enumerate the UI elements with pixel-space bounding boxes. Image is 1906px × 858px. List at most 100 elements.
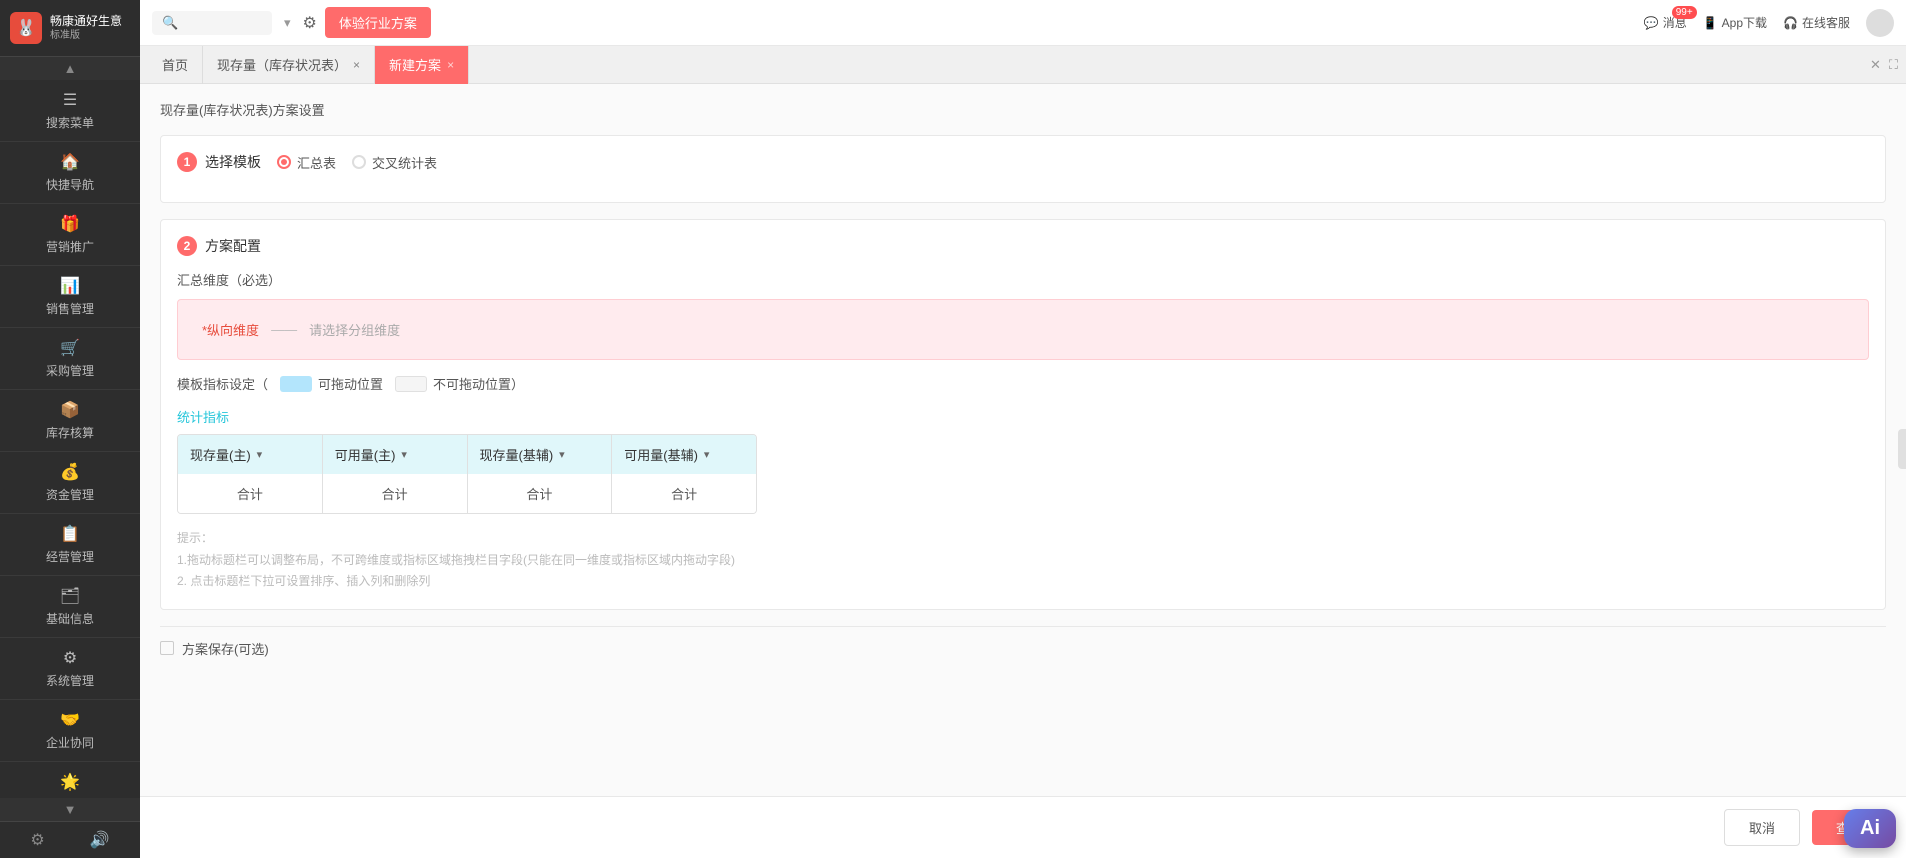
save-checkbox[interactable]: [160, 641, 174, 655]
radio-summary-dot: [277, 155, 291, 169]
sidebar-scroll-up[interactable]: ▲: [0, 57, 140, 80]
template-indicator-prefix: 模板指标设定（: [177, 374, 268, 393]
stats-col-1-chevron-icon[interactable]: ▾: [401, 448, 407, 461]
ai-button[interactable]: Ai: [1844, 809, 1896, 848]
stats-label: 统计指标: [177, 407, 1869, 426]
radio-summary-label: 汇总表: [297, 153, 336, 172]
sidebar-item-marketing[interactable]: 🎁 营销推广: [0, 204, 140, 266]
sidebar-bottom: ⚙ 🔊: [0, 821, 140, 858]
sidebar-item-label: 采购管理: [46, 362, 94, 379]
customer-service-item[interactable]: 🎧 在线客服: [1783, 14, 1850, 31]
stats-col-2-label: 现存量(基辅): [480, 445, 554, 464]
gift-icon: 🎁: [60, 214, 80, 234]
template-radio-group: 汇总表 交叉统计表: [277, 153, 437, 172]
volume-icon[interactable]: 🔊: [90, 830, 110, 850]
content-area: 现存量(库存状况表)方案设置 1 选择模板 汇总表 交叉统计表: [140, 84, 1906, 796]
tab-new-scheme-close-icon[interactable]: ×: [447, 58, 454, 72]
template-indicators: 模板指标设定（ 可拖动位置 不可拖动位置）: [177, 374, 1869, 393]
sidebar-item-purchase[interactable]: 🛒 采购管理: [0, 328, 140, 390]
sidebar-item-operations[interactable]: 📋 经营管理: [0, 514, 140, 576]
sidebar-item-enterprise[interactable]: 🤝 企业协同: [0, 700, 140, 762]
box-icon: 📦: [60, 400, 80, 420]
sidebar-item-quick-nav[interactable]: 🏠 快捷导航: [0, 142, 140, 204]
save-option: 方案保存(可选): [160, 626, 1886, 658]
radio-cross-label: 交叉统计表: [372, 153, 437, 172]
tabs-bar: 首页 现存量（库存状况表） × 新建方案 × ✕ ⛶: [140, 46, 1906, 84]
sidebar-item-label: 系统管理: [46, 672, 94, 689]
topbar: 🔍 ▾ ⚙ 体验行业方案 💬 消息 99+ 📱 App下载 🎧 在线客服: [140, 0, 1906, 46]
sidebar-nav: ☰ 搜索菜单 🏠 快捷导航 🎁 营销推广 📊 销售管理 🛒 采购管理 📦 库存核…: [0, 80, 140, 798]
dimension-section-label: 汇总维度（必选）: [177, 270, 1869, 289]
page-title: 现存量(库存状况表)方案设置: [160, 100, 1886, 119]
topbar-search-box[interactable]: 🔍: [152, 11, 272, 35]
logo-icon: 🐰: [10, 12, 42, 44]
sidebar-item-finance[interactable]: 💰 资金管理: [0, 452, 140, 514]
phone-icon: 📱: [1703, 16, 1718, 30]
headset-icon: 🎧: [1783, 16, 1798, 30]
sidebar-item-basic[interactable]: 🗂 基础信息: [0, 576, 140, 638]
movable-indicator-box: [280, 376, 312, 392]
footer: 取消 查询: [140, 796, 1906, 858]
sidebar-item-sales[interactable]: 📊 销售管理: [0, 266, 140, 328]
sidebar-item-label: 资金管理: [46, 486, 94, 503]
app-download-item[interactable]: 📱 App下载: [1703, 14, 1767, 31]
dimension-required-label: *纵向维度: [202, 320, 259, 339]
window-expand-icon[interactable]: ⛶: [1889, 57, 1898, 73]
stats-col-0-chevron-icon[interactable]: ▾: [257, 448, 263, 461]
step1-badge: 1: [177, 152, 197, 172]
stats-col-3-label: 可用量(基辅): [624, 445, 698, 464]
stats-section: 统计指标 现存量(主) ▾ 可用量(主) ▾ 现存量(基辅): [177, 407, 1869, 514]
stats-col-0[interactable]: 现存量(主) ▾: [178, 435, 323, 474]
window-close-icon[interactable]: ✕: [1870, 57, 1881, 73]
tab-new-scheme[interactable]: 新建方案 ×: [375, 46, 469, 84]
stats-table-header: 现存量(主) ▾ 可用量(主) ▾ 现存量(基辅) ▾ 可用量(基辅): [178, 435, 756, 474]
logo-text: 畅康通好生意 标准版: [50, 14, 122, 43]
industry-btn[interactable]: 体验行业方案: [325, 7, 431, 38]
stats-table: 现存量(主) ▾ 可用量(主) ▾ 现存量(基辅) ▾ 可用量(基辅): [177, 434, 757, 514]
stats-col-3-chevron-icon[interactable]: ▾: [704, 448, 710, 461]
dimension-line: ——: [271, 322, 297, 337]
tab-home[interactable]: 首页: [148, 46, 203, 84]
messages-item[interactable]: 💬 消息 99+: [1644, 14, 1687, 31]
sidebar-item-label: 基础信息: [46, 610, 94, 627]
settings-bottom-icon[interactable]: ⚙: [30, 830, 44, 850]
radio-summary[interactable]: 汇总表: [277, 153, 336, 172]
movable-indicator: 可拖动位置: [280, 374, 383, 393]
search-input[interactable]: [184, 16, 254, 30]
tips-section: 提示： 1.拖动标题栏可以调整布局，不可跨维度或指标区域拖拽栏目字段(只能在同一…: [177, 528, 1869, 593]
collapse-handle[interactable]: [1898, 429, 1906, 469]
tab-inventory-close-icon[interactable]: ×: [353, 58, 360, 72]
topbar-right: 💬 消息 99+ 📱 App下载 🎧 在线客服: [1644, 9, 1894, 37]
stats-col-3[interactable]: 可用量(基辅) ▾: [612, 435, 756, 474]
stats-col-1[interactable]: 可用量(主) ▾: [323, 435, 468, 474]
user-avatar[interactable]: [1866, 9, 1894, 37]
sidebar-item-label: 搜索菜单: [46, 114, 94, 131]
tab-inventory-label: 现存量（库存状况表）: [217, 55, 347, 74]
cancel-button[interactable]: 取消: [1724, 809, 1800, 846]
sidebar-item-inventory[interactable]: 📦 库存核算: [0, 390, 140, 452]
sidebar-item-label: 经营管理: [46, 548, 94, 565]
radio-cross[interactable]: 交叉统计表: [352, 153, 437, 172]
tip-prefix: 提示：: [177, 528, 1869, 550]
sidebar-scroll-down[interactable]: ▼: [0, 798, 140, 821]
sidebar-item-newbie[interactable]: 🌟 新手引导: [0, 762, 140, 798]
tab-inventory[interactable]: 现存量（库存状况表） ×: [203, 46, 375, 84]
stats-col-2-chevron-icon[interactable]: ▾: [559, 448, 565, 461]
radio-cross-dot: [352, 155, 366, 169]
step2-section: 2 方案配置 汇总维度（必选） *纵向维度 —— 请选择分组维度 模板指标设定（…: [160, 219, 1886, 610]
tip-1: 1.拖动标题栏可以调整布局，不可跨维度或指标区域拖拽栏目字段(只能在同一维度或指…: [177, 550, 1869, 572]
step2-badge: 2: [177, 236, 197, 256]
tab-home-label: 首页: [162, 55, 188, 74]
sidebar-item-system[interactable]: ⚙ 系统管理: [0, 638, 140, 700]
fixed-indicator: 不可拖动位置）: [395, 374, 524, 393]
stats-col-2[interactable]: 现存量(基辅) ▾: [468, 435, 613, 474]
topbar-gear-icon[interactable]: ⚙: [303, 13, 317, 33]
dimension-area[interactable]: *纵向维度 —— 请选择分组维度: [177, 299, 1869, 360]
sidebar-item-label: 营销推广: [46, 238, 94, 255]
sidebar-item-search[interactable]: ☰ 搜索菜单: [0, 80, 140, 142]
folder-icon: 🗂: [60, 586, 80, 606]
fixed-label: 不可拖动位置）: [433, 374, 524, 393]
search-chevron-icon[interactable]: ▾: [284, 15, 291, 31]
search-icon: ☰: [63, 90, 77, 110]
star-icon: 🌟: [60, 772, 80, 792]
